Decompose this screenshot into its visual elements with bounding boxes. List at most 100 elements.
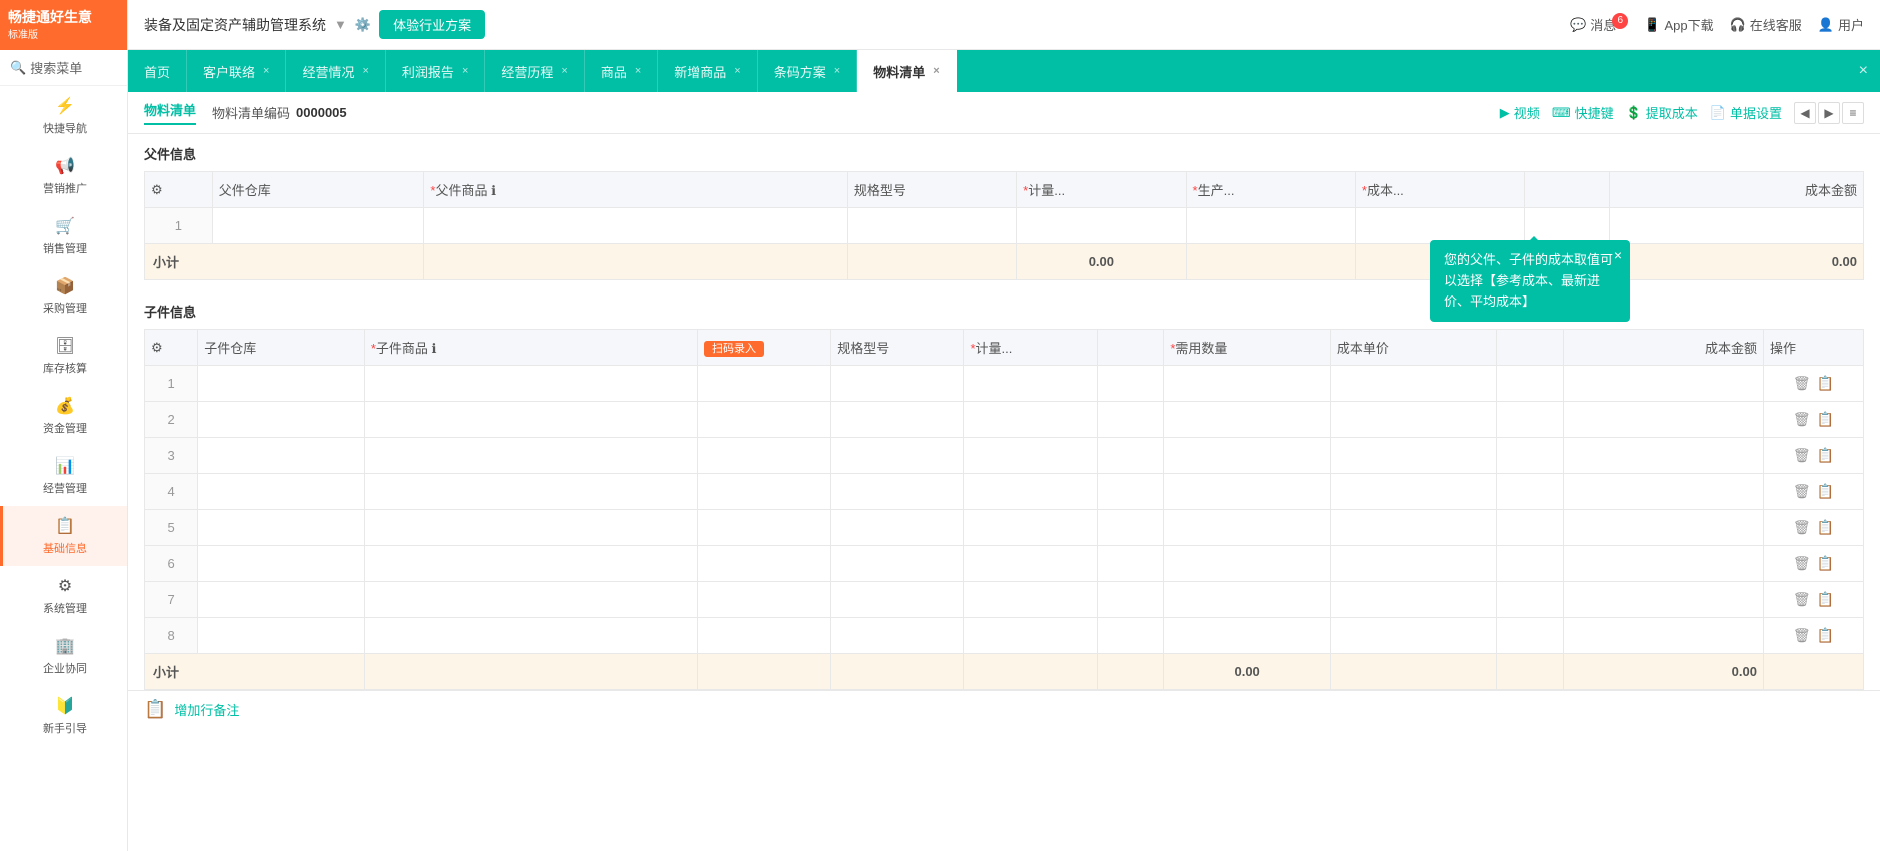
nav-menu[interactable]: ≡: [1842, 102, 1864, 124]
online-service-button[interactable]: 🎧 在线客服: [1730, 15, 1802, 34]
parent-cost-cell[interactable]: [1355, 208, 1524, 244]
child-unit-cell[interactable]: [964, 582, 1097, 618]
sidebar-item-sales[interactable]: 🛒 销售管理: [0, 206, 127, 266]
sidebar-item-inventory[interactable]: 🗄 库存核算: [0, 326, 127, 386]
child-product-cell[interactable]: [364, 438, 697, 474]
child-warehouse-cell[interactable]: [198, 546, 365, 582]
action-settings[interactable]: 📄 单据设置: [1710, 103, 1782, 122]
sidebar-item-marketing[interactable]: 📢 营销推广: [0, 146, 127, 206]
copy-icon[interactable]: 📋: [1817, 627, 1834, 644]
child-unit-cell[interactable]: [964, 366, 1097, 402]
tab-barcode[interactable]: 条码方案 ×: [758, 50, 857, 92]
tab-history-close[interactable]: ×: [561, 65, 567, 77]
child-unit-cell[interactable]: [964, 546, 1097, 582]
tab-profit-close[interactable]: ×: [462, 65, 468, 77]
sidebar-item-finance[interactable]: 💰 资金管理: [0, 386, 127, 446]
copy-icon[interactable]: 📋: [1817, 375, 1834, 392]
topbar-dropdown-arrow[interactable]: ▼: [334, 17, 347, 32]
parent-spec-cell[interactable]: [847, 208, 1016, 244]
child-qty-cell[interactable]: [1164, 546, 1331, 582]
delete-icon[interactable]: 🗑: [1793, 519, 1811, 536]
child-unit-cell[interactable]: [964, 402, 1097, 438]
tab-history[interactable]: 经营历程 ×: [485, 50, 584, 92]
child-qty-cell[interactable]: [1164, 402, 1331, 438]
child-spec-cell[interactable]: [831, 510, 964, 546]
child-qty-cell[interactable]: [1164, 474, 1331, 510]
delete-icon[interactable]: 🗑: [1793, 555, 1811, 572]
child-qty-cell[interactable]: [1164, 438, 1331, 474]
delete-icon[interactable]: 🗑: [1793, 447, 1811, 464]
tab-add-product-close[interactable]: ×: [734, 65, 740, 77]
child-unit-cell[interactable]: [964, 474, 1097, 510]
parent-unit-cell[interactable]: [1017, 208, 1186, 244]
child-product-cell[interactable]: [364, 582, 697, 618]
copy-icon[interactable]: 📋: [1817, 483, 1834, 500]
child-warehouse-cell[interactable]: [198, 366, 365, 402]
tab-ops-close[interactable]: ×: [362, 65, 368, 77]
child-product-cell[interactable]: [364, 510, 697, 546]
child-qty-cell[interactable]: [1164, 582, 1331, 618]
parent-prod-cell[interactable]: [1186, 208, 1355, 244]
copy-icon[interactable]: 📋: [1817, 411, 1834, 428]
sidebar-item-system[interactable]: ⚙ 系统管理: [0, 566, 127, 626]
delete-icon[interactable]: 🗑: [1793, 591, 1811, 608]
parent-product-cell[interactable]: [424, 208, 847, 244]
child-qty-cell[interactable]: [1164, 510, 1331, 546]
child-cost-price-cell[interactable]: [1330, 366, 1497, 402]
sidebar-item-guide[interactable]: 🔰 新手引导: [0, 686, 127, 746]
tab-material-close[interactable]: ×: [933, 65, 939, 77]
child-warehouse-cell[interactable]: [198, 474, 365, 510]
child-product-cell[interactable]: [364, 546, 697, 582]
child-spec-cell[interactable]: [831, 582, 964, 618]
child-warehouse-cell[interactable]: [198, 438, 365, 474]
child-spec-cell[interactable]: [831, 438, 964, 474]
copy-icon[interactable]: 📋: [1817, 447, 1834, 464]
trial-button[interactable]: 体验行业方案: [379, 10, 485, 39]
tab-home[interactable]: 首页: [128, 50, 187, 92]
tab-barcode-close[interactable]: ×: [834, 65, 840, 77]
th-parent-settings[interactable]: ⚙: [145, 172, 213, 208]
child-cost-price-cell[interactable]: [1330, 402, 1497, 438]
sidebar-item-quick-nav[interactable]: ⚡ 快捷导航: [0, 86, 127, 146]
th-child-settings[interactable]: ⚙: [145, 330, 198, 366]
child-unit-cell[interactable]: [964, 618, 1097, 654]
child-product-cell[interactable]: [364, 366, 697, 402]
child-cost-price-cell[interactable]: [1330, 582, 1497, 618]
child-warehouse-cell[interactable]: [198, 582, 365, 618]
tooltip-close[interactable]: ×: [1614, 244, 1622, 266]
child-spec-cell[interactable]: [831, 474, 964, 510]
tab-operations-status[interactable]: 经营情况 ×: [286, 50, 385, 92]
scan-btn[interactable]: 扫码录入: [704, 341, 764, 357]
app-download-button[interactable]: 📱 App下载: [1644, 15, 1713, 34]
sidebar-item-operations[interactable]: 📊 经营管理: [0, 446, 127, 506]
tab-customer[interactable]: 客户联络 ×: [187, 50, 286, 92]
child-spec-cell[interactable]: [831, 546, 964, 582]
tab-products[interactable]: 商品 ×: [585, 50, 658, 92]
child-cost-price-cell[interactable]: [1330, 546, 1497, 582]
child-spec-cell[interactable]: [831, 402, 964, 438]
copy-icon[interactable]: 📋: [1817, 555, 1834, 572]
sub-tab-material[interactable]: 物料清单: [144, 100, 196, 125]
child-unit-cell[interactable]: [964, 438, 1097, 474]
child-cost-price-cell[interactable]: [1330, 510, 1497, 546]
delete-icon[interactable]: 🗑: [1793, 483, 1811, 500]
child-product-cell[interactable]: [364, 618, 697, 654]
child-spec-cell[interactable]: [831, 618, 964, 654]
user-menu[interactable]: 👤 用户: [1818, 15, 1864, 34]
copy-icon[interactable]: 📋: [1817, 519, 1834, 536]
child-qty-cell[interactable]: [1164, 618, 1331, 654]
sidebar-item-purchase[interactable]: 📦 采购管理: [0, 266, 127, 326]
child-product-cell[interactable]: [364, 474, 697, 510]
tab-customer-close[interactable]: ×: [263, 65, 269, 77]
delete-icon[interactable]: 🗑: [1793, 627, 1811, 644]
close-all-tabs[interactable]: ×: [1847, 62, 1880, 80]
delete-icon[interactable]: 🗑: [1793, 375, 1811, 392]
nav-prev[interactable]: ◀: [1794, 102, 1816, 124]
child-warehouse-cell[interactable]: [198, 618, 365, 654]
delete-icon[interactable]: 🗑: [1793, 411, 1811, 428]
child-unit-cell[interactable]: [964, 510, 1097, 546]
child-cost-price-cell[interactable]: [1330, 474, 1497, 510]
tab-add-product[interactable]: 新增商品 ×: [658, 50, 757, 92]
tab-products-close[interactable]: ×: [635, 65, 641, 77]
tab-material-list[interactable]: 物料清单 ×: [857, 50, 956, 92]
